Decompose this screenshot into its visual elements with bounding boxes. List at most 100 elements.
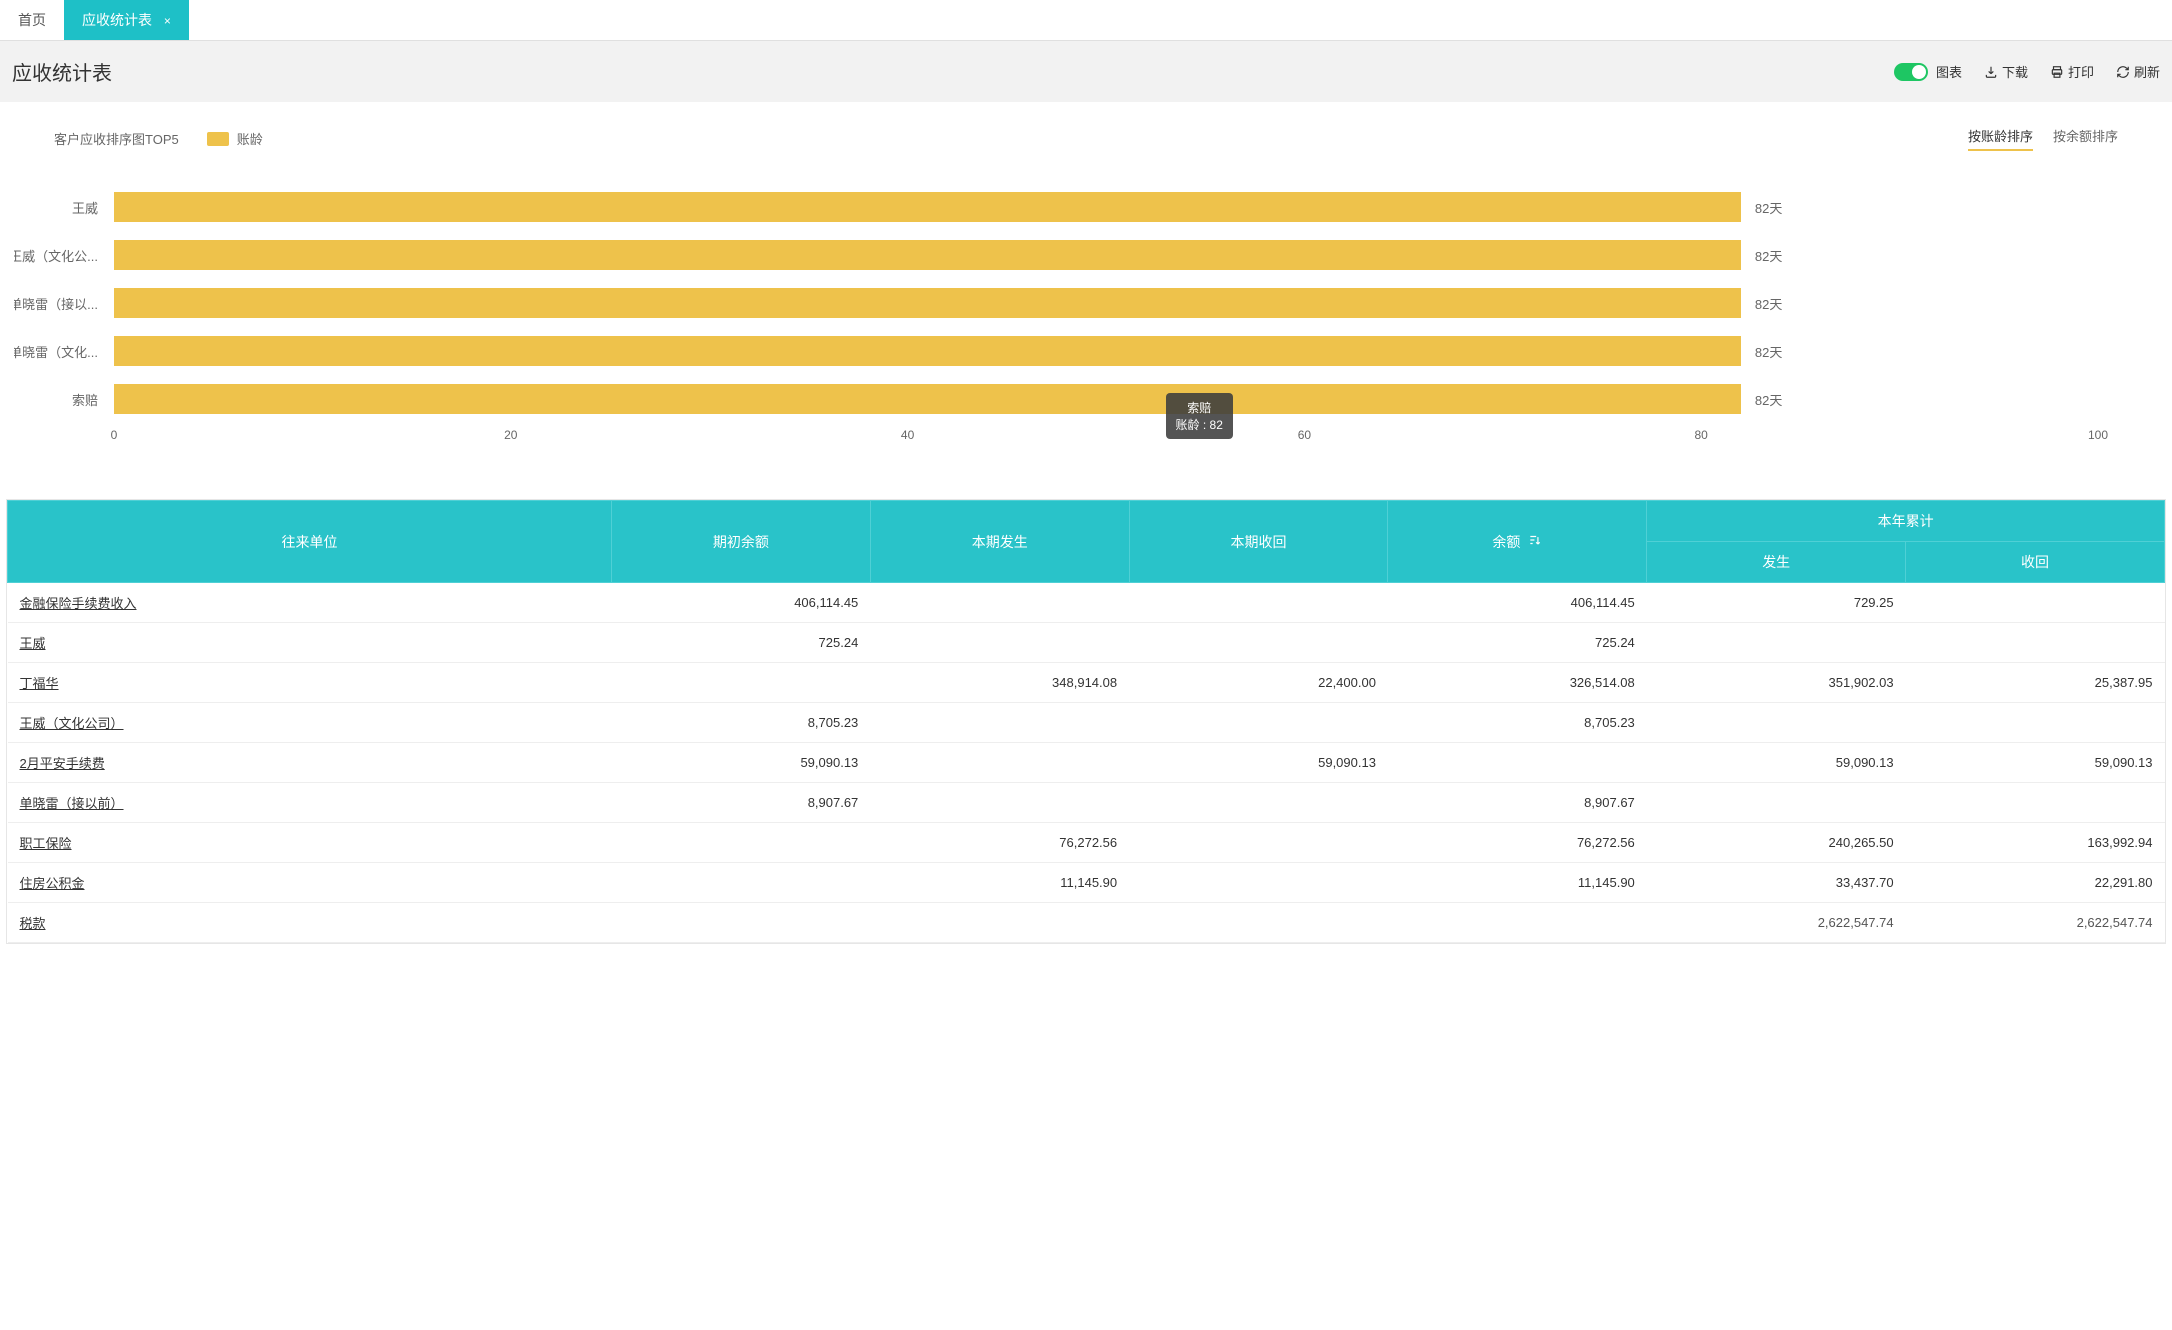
cell-unit: 职工保险	[8, 823, 612, 863]
chart-bar[interactable]	[114, 336, 1741, 366]
table-head: 往来单位 期初余额 本期发生 本期收回 余额 本年累计 发生 收回	[8, 501, 2165, 583]
unit-link[interactable]: 王威（文化公司）	[20, 716, 124, 731]
cell-occur: 76,272.56	[870, 823, 1129, 863]
chart-bar-value: 82天	[1755, 246, 1782, 265]
refresh-icon	[2116, 65, 2130, 79]
cell-recover	[1129, 783, 1388, 823]
cell-unit: 丁福华	[8, 663, 612, 703]
chart-bar[interactable]	[114, 240, 1741, 270]
chart-bar-value: 82天	[1755, 198, 1782, 217]
legend-swatch	[207, 132, 229, 146]
cell-y_recover: 2,622,547.74	[1906, 903, 2165, 943]
data-table: 往来单位 期初余额 本期发生 本期收回 余额 本年累计 发生 收回 金融保险手续…	[7, 500, 2165, 943]
sort-by-balance[interactable]: 按余额排序	[2053, 126, 2118, 151]
cell-balance: 76,272.56	[1388, 823, 1647, 863]
tab-home[interactable]: 首页	[0, 0, 64, 40]
chart-bar[interactable]	[114, 384, 1741, 414]
chart-bar-row: 82天	[114, 327, 2098, 375]
unit-link[interactable]: 税款	[20, 916, 46, 931]
chart-x-tick: 0	[111, 428, 118, 442]
chart-x-tick: 40	[901, 428, 914, 442]
chart-bar-row: 82天	[114, 375, 2098, 423]
download-button[interactable]: 下载	[1984, 62, 2028, 81]
th-year-recover[interactable]: 收回	[1906, 542, 2165, 583]
chart-sort-group: 按账龄排序 按余额排序	[1968, 126, 2118, 151]
table-row: 王威（文化公司）8,705.238,705.23	[8, 703, 2165, 743]
th-opening[interactable]: 期初余额	[611, 501, 870, 583]
chart-bar-row: 82天	[114, 183, 2098, 231]
unit-link[interactable]: 职工保险	[20, 836, 72, 851]
unit-link[interactable]: 2月平安手续费	[20, 756, 105, 771]
chart-bar[interactable]	[114, 192, 1741, 222]
cell-balance: 406,114.45	[1388, 583, 1647, 623]
cell-opening: 59,090.13	[611, 743, 870, 783]
th-balance-label: 余额	[1492, 534, 1520, 550]
table-row: 2月平安手续费59,090.1359,090.1359,090.1359,090…	[8, 743, 2165, 783]
legend-label[interactable]: 账龄	[237, 129, 263, 148]
cell-y_recover: 22,291.80	[1906, 863, 2165, 903]
chart-title: 客户应收排序图TOP5	[54, 129, 179, 148]
chart-y-label: 王威	[14, 183, 106, 231]
th-unit[interactable]: 往来单位	[8, 501, 612, 583]
cell-y_occur	[1647, 783, 1906, 823]
sort-by-age[interactable]: 按账龄排序	[1968, 126, 2033, 151]
cell-balance: 725.24	[1388, 623, 1647, 663]
th-occur[interactable]: 本期发生	[870, 501, 1129, 583]
print-label: 打印	[2068, 62, 2094, 81]
tab-receivable-stats[interactable]: 应收统计表 ×	[64, 0, 189, 40]
table-row: 住房公积金11,145.9011,145.9033,437.7022,291.8…	[8, 863, 2165, 903]
tab-bar: 首页 应收统计表 ×	[0, 0, 2172, 41]
unit-link[interactable]: 金融保险手续费收入	[20, 596, 137, 611]
refresh-label: 刷新	[2134, 62, 2160, 81]
chart-x-tick: 60	[1298, 428, 1311, 442]
cell-y_recover: 163,992.94	[1906, 823, 2165, 863]
cell-occur	[870, 783, 1129, 823]
toggle-switch-icon[interactable]	[1894, 63, 1928, 81]
chart-bar-value: 82天	[1755, 390, 1782, 409]
cell-balance: 11,145.90	[1388, 863, 1647, 903]
unit-link[interactable]: 单晓雷（接以前）	[20, 796, 124, 811]
refresh-button[interactable]: 刷新	[2116, 62, 2160, 81]
cell-balance: 8,705.23	[1388, 703, 1647, 743]
tab-label: 应收统计表	[82, 12, 152, 28]
chart-bar[interactable]	[114, 288, 1741, 318]
unit-link[interactable]: 丁福华	[20, 676, 59, 691]
unit-link[interactable]: 住房公积金	[20, 876, 85, 891]
cell-opening	[611, 863, 870, 903]
sort-desc-icon	[1528, 533, 1542, 547]
cell-occur: 348,914.08	[870, 663, 1129, 703]
chart-y-label: 单晓雷（文化...	[14, 327, 106, 375]
cell-y_occur: 33,437.70	[1647, 863, 1906, 903]
chart-header: 客户应收排序图TOP5 账龄 按账龄排序 按余额排序	[14, 122, 2158, 155]
unit-link[interactable]: 王威	[20, 636, 46, 651]
cell-occur	[870, 623, 1129, 663]
cell-y_recover: 59,090.13	[1906, 743, 2165, 783]
cell-y_recover: 25,387.95	[1906, 663, 2165, 703]
cell-recover	[1129, 903, 1388, 943]
th-balance[interactable]: 余额	[1388, 501, 1647, 583]
print-button[interactable]: 打印	[2050, 62, 2094, 81]
chart-bar-row: 82天	[114, 279, 2098, 327]
th-recover[interactable]: 本期收回	[1129, 501, 1388, 583]
close-icon[interactable]: ×	[164, 14, 171, 28]
cell-unit: 金融保险手续费收入	[8, 583, 612, 623]
chart-bar-row: 82天	[114, 231, 2098, 279]
chart-bar-value: 82天	[1755, 342, 1782, 361]
cell-opening: 406,114.45	[611, 583, 870, 623]
chart-toggle[interactable]: 图表	[1894, 62, 1962, 81]
cell-opening	[611, 663, 870, 703]
download-label: 下载	[2002, 62, 2028, 81]
table-row: 丁福华348,914.0822,400.00326,514.08351,902.…	[8, 663, 2165, 703]
page-title: 应收统计表	[12, 57, 112, 86]
data-table-wrap: 往来单位 期初余额 本期发生 本期收回 余额 本年累计 发生 收回 金融保险手续…	[6, 499, 2166, 944]
cell-balance	[1388, 743, 1647, 783]
cell-y_occur: 240,265.50	[1647, 823, 1906, 863]
chart-toggle-label: 图表	[1936, 62, 1962, 81]
cell-y_recover	[1906, 703, 2165, 743]
cell-recover: 59,090.13	[1129, 743, 1388, 783]
cell-y_occur: 2,622,547.74	[1647, 903, 1906, 943]
cell-unit: 王威	[8, 623, 612, 663]
cell-recover	[1129, 703, 1388, 743]
th-year-occur[interactable]: 发生	[1647, 542, 1906, 583]
chart-card: 客户应收排序图TOP5 账龄 按账龄排序 按余额排序 王威王威（文化公...单晓…	[6, 114, 2166, 469]
